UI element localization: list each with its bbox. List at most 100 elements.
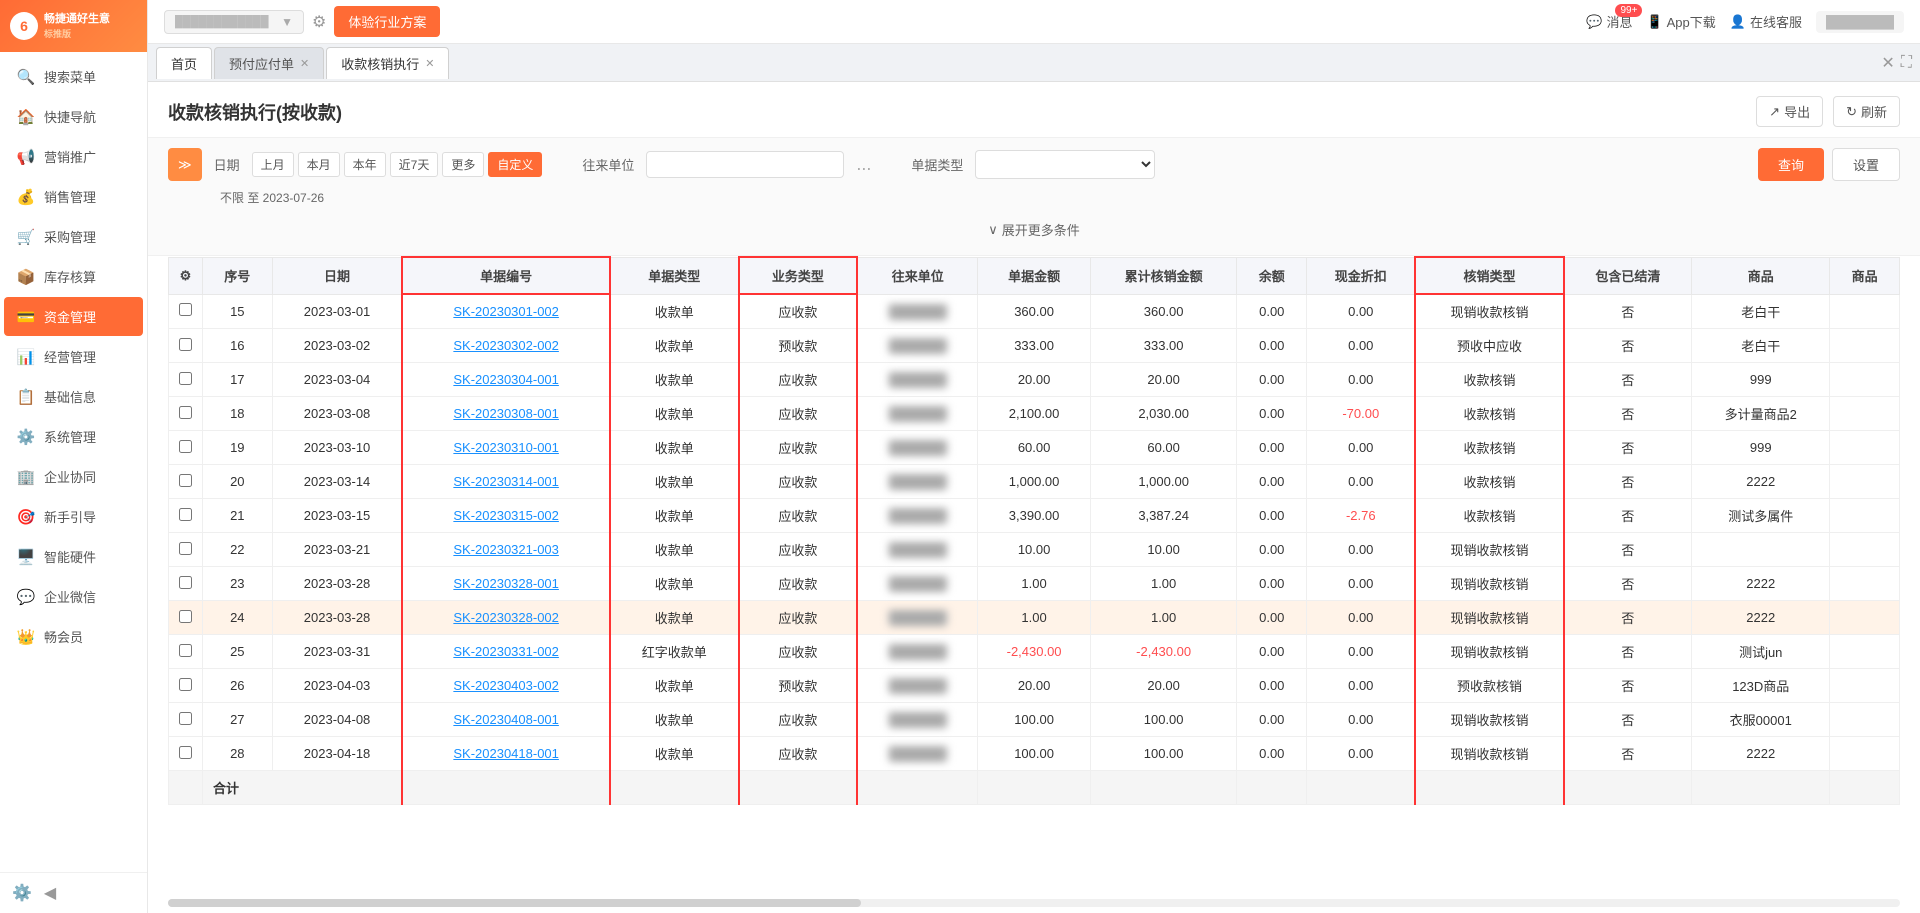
cell-checkbox[interactable] — [169, 465, 203, 499]
date-btn-thisyear[interactable]: 本年 — [344, 152, 386, 177]
table-row: 28 2023-04-18 SK-20230418-001 收款单 应收款 ██… — [169, 737, 1900, 771]
sidebar-item-system[interactable]: ⚙️ 系统管理 — [4, 417, 143, 456]
cell-cash-discount: -70.00 — [1307, 397, 1416, 431]
cell-cumulative: 1,000.00 — [1090, 465, 1237, 499]
cell-doc-no[interactable]: SK-20230304-001 — [402, 363, 609, 397]
sidebar-item-enterprise[interactable]: 🏢 企业协同 — [4, 457, 143, 496]
app-download-item[interactable]: 📱 App下载 — [1646, 12, 1715, 31]
search-icon: 🔍 — [16, 68, 36, 86]
query-button[interactable]: 查询 — [1758, 148, 1824, 181]
sidebar-item-guide[interactable]: 🎯 新手引导 — [4, 497, 143, 536]
cell-doc-no[interactable]: SK-20230308-001 — [402, 397, 609, 431]
solution-button[interactable]: 体验行业方案 — [334, 6, 440, 37]
cell-checkbox[interactable] — [169, 737, 203, 771]
cell-checkbox[interactable] — [169, 294, 203, 329]
online-service-item[interactable]: 👤 在线客服 — [1730, 12, 1802, 31]
cell-checkbox[interactable] — [169, 397, 203, 431]
collapse-icon[interactable]: ◀ — [44, 883, 56, 903]
cell-verify-type: 收款核销 — [1415, 465, 1563, 499]
cell-checkbox[interactable] — [169, 635, 203, 669]
sidebar-item-basic[interactable]: 📋 基础信息 — [4, 377, 143, 416]
tab-collection[interactable]: 收款核销执行 ✕ — [326, 47, 449, 79]
cell-checkbox[interactable] — [169, 533, 203, 567]
scroll-area — [148, 899, 1920, 913]
sidebar-item-marketing[interactable]: 📢 营销推广 — [4, 137, 143, 176]
expand-more-btn[interactable]: ∨ 展开更多条件 — [980, 216, 1088, 243]
message-item[interactable]: 💬 消息 99+ — [1586, 12, 1632, 31]
sidebar-item-purchase[interactable]: 🛒 采购管理 — [4, 217, 143, 256]
cell-no: 22 — [203, 533, 273, 567]
hardware-icon: 🖥️ — [16, 548, 36, 566]
cell-biz-type: 应收款 — [739, 465, 857, 499]
cell-partner: ██████ — [857, 363, 978, 397]
settings-icon[interactable]: ⚙️ — [12, 883, 32, 903]
filter-expand-toggle[interactable]: ≫ — [168, 148, 202, 181]
date-btn-7days[interactable]: 近7天 — [390, 152, 439, 177]
sidebar-item-sales[interactable]: 💰 销售管理 — [4, 177, 143, 216]
cell-include-settled: 否 — [1564, 294, 1692, 329]
tab-home[interactable]: 首页 — [156, 47, 212, 79]
cell-checkbox[interactable] — [169, 363, 203, 397]
tab-close-all[interactable]: ✕ — [1881, 53, 1894, 73]
cell-amount: 100.00 — [978, 737, 1090, 771]
sidebar-item-quicknav[interactable]: 🏠 快捷导航 — [4, 97, 143, 136]
cell-doc-no[interactable]: SK-20230301-002 — [402, 294, 609, 329]
date-label: 日期 — [214, 155, 240, 174]
refresh-button[interactable]: ↻ 刷新 — [1833, 96, 1900, 127]
cell-checkbox[interactable] — [169, 567, 203, 601]
tab-prepay-close[interactable]: ✕ — [300, 57, 309, 70]
cell-doc-no[interactable]: SK-20230310-001 — [402, 431, 609, 465]
cell-doc-no[interactable]: SK-20230302-002 — [402, 329, 609, 363]
logo-title: 畅捷通好生意 — [44, 12, 110, 27]
cell-doc-no[interactable]: SK-20230408-001 — [402, 703, 609, 737]
sidebar-item-member[interactable]: 👑 畅会员 — [4, 617, 143, 656]
tab-fullscreen[interactable]: ⛶ — [1901, 54, 1912, 72]
date-btn-lastmonth[interactable]: 上月 — [252, 152, 294, 177]
cell-doc-no[interactable]: SK-20230321-003 — [402, 533, 609, 567]
cell-doc-type: 收款单 — [610, 533, 739, 567]
settings-icon[interactable]: ⚙ — [312, 12, 326, 32]
cell-doc-no[interactable]: SK-20230328-002 — [402, 601, 609, 635]
cell-checkbox[interactable] — [169, 703, 203, 737]
col-gear[interactable]: ⚙ — [169, 257, 203, 294]
date-btn-more[interactable]: 更多 — [442, 152, 484, 177]
cell-checkbox[interactable] — [169, 669, 203, 703]
date-btn-custom[interactable]: 自定义 — [488, 152, 542, 177]
cell-biz-type: 应收款 — [739, 601, 857, 635]
cell-doc-no[interactable]: SK-20230315-002 — [402, 499, 609, 533]
scrollbar-track[interactable] — [168, 899, 1900, 907]
cell-checkbox[interactable] — [169, 499, 203, 533]
sidebar-item-management[interactable]: 📊 经营管理 — [4, 337, 143, 376]
partner-input[interactable] — [646, 151, 844, 178]
cell-product: 测试多属件 — [1692, 499, 1830, 533]
cell-checkbox[interactable] — [169, 601, 203, 635]
col-doc-type: 单据类型 — [610, 257, 739, 294]
sidebar-nav: 🔍 搜索菜单 🏠 快捷导航 📢 营销推广 💰 销售管理 🛒 采购管理 📦 库存核… — [0, 52, 147, 872]
sidebar-item-finance[interactable]: 💳 资金管理 — [4, 297, 143, 336]
scrollbar-thumb[interactable] — [168, 899, 861, 907]
col-date: 日期 — [272, 257, 402, 294]
setting-button[interactable]: 设置 — [1832, 148, 1900, 181]
cell-checkbox[interactable] — [169, 431, 203, 465]
cell-doc-no[interactable]: SK-20230418-001 — [402, 737, 609, 771]
cell-verify-type: 现销收款核销 — [1415, 294, 1563, 329]
workspace-selector[interactable]: ████████████ ▼ — [164, 10, 304, 34]
sidebar-item-inventory[interactable]: 📦 库存核算 — [4, 257, 143, 296]
cell-doc-no[interactable]: SK-20230314-001 — [402, 465, 609, 499]
sidebar-item-hardware[interactable]: 🖥️ 智能硬件 — [4, 537, 143, 576]
export-button[interactable]: ↗ 导出 — [1756, 96, 1823, 127]
cell-checkbox[interactable] — [169, 329, 203, 363]
doc-type-select[interactable]: 收款单 红字收款单 — [975, 150, 1155, 179]
cell-biz-type: 应收款 — [739, 533, 857, 567]
table-row: 19 2023-03-10 SK-20230310-001 收款单 应收款 ██… — [169, 431, 1900, 465]
cell-doc-no[interactable]: SK-20230403-002 — [402, 669, 609, 703]
date-btn-thismonth[interactable]: 本月 — [298, 152, 340, 177]
col-partner: 往来单位 — [857, 257, 978, 294]
sidebar-item-search[interactable]: 🔍 搜索菜单 — [4, 57, 143, 96]
tab-collection-close[interactable]: ✕ — [425, 57, 434, 70]
tab-prepay[interactable]: 预付应付单 ✕ — [214, 47, 324, 79]
cell-product2 — [1830, 397, 1900, 431]
sidebar-item-wechat[interactable]: 💬 企业微信 — [4, 577, 143, 616]
cell-doc-no[interactable]: SK-20230331-002 — [402, 635, 609, 669]
cell-doc-no[interactable]: SK-20230328-001 — [402, 567, 609, 601]
